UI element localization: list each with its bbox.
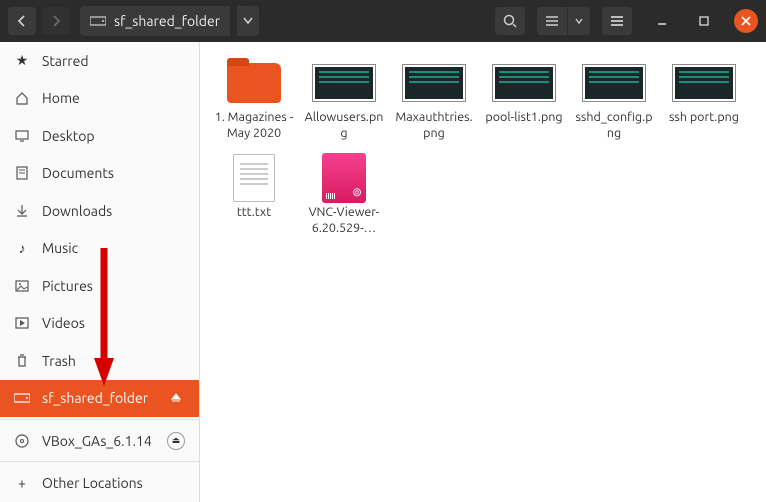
image-icon bbox=[673, 65, 735, 101]
eject-icon[interactable] bbox=[167, 389, 185, 407]
sidebar-item-label: Music bbox=[42, 240, 78, 256]
titlebar: sf_shared_folder bbox=[0, 0, 766, 42]
image-icon bbox=[583, 65, 645, 101]
videos-icon bbox=[14, 315, 30, 331]
image-icon bbox=[493, 65, 555, 101]
sidebar-item-label: Videos bbox=[42, 315, 85, 331]
deb-package-icon bbox=[322, 153, 366, 203]
sidebar-item-shared-folder[interactable]: sf_shared_folder bbox=[0, 380, 199, 418]
music-icon: ♪ bbox=[14, 240, 30, 256]
desktop-icon bbox=[14, 128, 30, 144]
trash-icon bbox=[14, 353, 30, 369]
sidebar-item-label: VBox_GAs_6.1.14 bbox=[42, 433, 152, 449]
sidebar-item-label: Pictures bbox=[42, 278, 93, 294]
disc-icon bbox=[14, 433, 30, 449]
file-name: ttt.txt bbox=[237, 205, 271, 221]
downloads-icon bbox=[14, 203, 30, 219]
file-name: 1. Magazines - May 2020 bbox=[212, 110, 296, 141]
text-file-icon bbox=[233, 154, 275, 202]
home-icon bbox=[14, 90, 30, 106]
sidebar-item-other-locations[interactable]: + Other Locations bbox=[0, 464, 199, 502]
search-button[interactable] bbox=[495, 7, 525, 35]
sidebar-item-label: Documents bbox=[42, 165, 114, 181]
file-grid: 1. Magazines - May 2020 Allowusers.png M… bbox=[200, 42, 766, 502]
folder-icon bbox=[227, 63, 281, 103]
file-item[interactable]: Maxauthtries.png bbox=[392, 60, 476, 141]
sidebar-item-vbox-gas[interactable]: VBox_GAs_6.1.14 ⏏ bbox=[0, 422, 199, 460]
path-bar[interactable]: sf_shared_folder bbox=[80, 6, 230, 36]
sidebar-item-label: Downloads bbox=[42, 203, 112, 219]
drive-icon bbox=[14, 390, 30, 406]
file-item[interactable]: Allowusers.png bbox=[302, 60, 386, 141]
file-item[interactable]: ttt.txt bbox=[212, 155, 296, 236]
path-dropdown[interactable] bbox=[237, 6, 259, 36]
path-label: sf_shared_folder bbox=[114, 13, 220, 29]
sidebar-item-label: Starred bbox=[42, 53, 89, 69]
sidebar-item-trash[interactable]: Trash bbox=[0, 342, 199, 380]
file-item[interactable]: pool-list1.png bbox=[482, 60, 566, 141]
back-button[interactable] bbox=[8, 7, 36, 35]
sidebar: ★ Starred Home Desktop Documents Download… bbox=[0, 42, 200, 502]
file-name: pool-list1.png bbox=[485, 110, 562, 126]
sidebar-item-music[interactable]: ♪ Music bbox=[0, 230, 199, 268]
file-name: sshd_config.png bbox=[572, 110, 656, 141]
file-name: Maxauthtries.png bbox=[392, 110, 476, 141]
sidebar-item-desktop[interactable]: Desktop bbox=[0, 117, 199, 155]
file-item[interactable]: VNC-Viewer-6.20.529-… bbox=[302, 155, 386, 236]
close-button[interactable] bbox=[734, 9, 758, 33]
drive-icon bbox=[90, 13, 106, 29]
file-item[interactable]: ssh port.png bbox=[662, 60, 746, 141]
forward-button[interactable] bbox=[42, 7, 70, 35]
minimize-button[interactable] bbox=[650, 9, 674, 33]
documents-icon bbox=[14, 165, 30, 181]
image-icon bbox=[403, 65, 465, 101]
sidebar-item-label: sf_shared_folder bbox=[42, 390, 148, 406]
eject-icon[interactable]: ⏏ bbox=[167, 432, 185, 450]
view-dropdown[interactable] bbox=[568, 7, 590, 35]
sidebar-item-label: Desktop bbox=[42, 128, 95, 144]
sidebar-item-downloads[interactable]: Downloads bbox=[0, 192, 199, 230]
view-list-button[interactable] bbox=[537, 7, 567, 35]
sidebar-item-documents[interactable]: Documents bbox=[0, 155, 199, 193]
file-name: Allowusers.png bbox=[302, 110, 386, 141]
menu-button[interactable] bbox=[602, 7, 632, 35]
sidebar-item-starred[interactable]: ★ Starred bbox=[0, 42, 199, 80]
sidebar-item-label: Trash bbox=[42, 353, 76, 369]
file-item[interactable]: 1. Magazines - May 2020 bbox=[212, 60, 296, 141]
file-name: VNC-Viewer-6.20.529-… bbox=[302, 205, 386, 236]
star-icon: ★ bbox=[14, 53, 30, 69]
plus-icon: + bbox=[14, 475, 30, 491]
sidebar-item-videos[interactable]: Videos bbox=[0, 305, 199, 343]
sidebar-item-home[interactable]: Home bbox=[0, 80, 199, 118]
sidebar-item-pictures[interactable]: Pictures bbox=[0, 267, 199, 305]
sidebar-item-label: Home bbox=[42, 90, 80, 106]
file-item[interactable]: sshd_config.png bbox=[572, 60, 656, 141]
file-name: ssh port.png bbox=[669, 110, 739, 126]
pictures-icon bbox=[14, 278, 30, 294]
maximize-button[interactable] bbox=[692, 9, 716, 33]
sidebar-item-label: Other Locations bbox=[42, 475, 143, 491]
image-icon bbox=[313, 65, 375, 101]
